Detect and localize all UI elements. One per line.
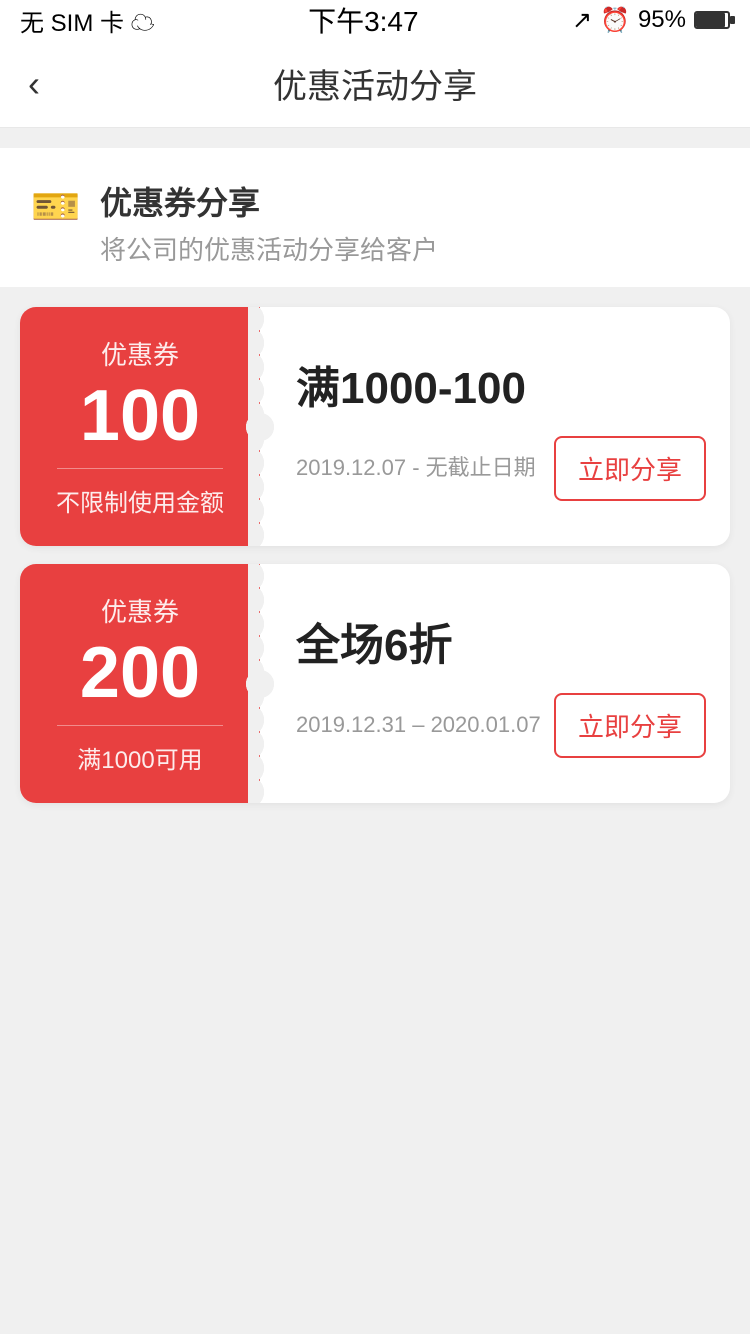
coupon-left-2: 优惠券 200 满1000可用 (20, 564, 260, 803)
share-button-1[interactable]: 立即分享 (554, 436, 706, 501)
page-title: 优惠活动分享 (273, 59, 477, 108)
coupon-share-icon: 🎫 (30, 180, 82, 232)
coupon-divider-2 (57, 725, 223, 726)
alarm-icon: ⏰ (600, 6, 630, 35)
empty-area (0, 823, 750, 1323)
nav-bar: ‹ 优惠活动分享 (0, 40, 750, 128)
coupon-condition-1: 不限制使用金额 (56, 483, 224, 518)
battery-icon (694, 11, 730, 29)
status-bar: 无 SIM 卡 ☁ 下午3:47 ↗ ⏰ 95% (0, 0, 750, 40)
coupon-left-1: 优惠券 100 不限制使用金额 (20, 307, 260, 546)
coupon-date-2: 2019.12.31 – 2020.01.07 (296, 710, 544, 741)
coupon-right-2: 全场6折 2019.12.31 – 2020.01.07 立即分享 (260, 564, 730, 803)
coupon-card-2: 优惠券 200 满1000可用 全场6折 2019.12.31 – 2020.0… (20, 564, 730, 803)
back-button[interactable]: ‹ (28, 63, 40, 105)
coupon-notch-2 (246, 670, 274, 698)
coupon-amount-2: 200 (80, 637, 200, 709)
coupon-label-2: 优惠券 (101, 592, 179, 629)
section-subtitle: 将公司的优惠活动分享给客户 (100, 230, 438, 267)
status-left: 无 SIM 卡 ☁ (20, 3, 155, 38)
coupon-notch (246, 413, 274, 441)
section-title: 优惠券分享 (100, 178, 438, 224)
coupon-name-2: 全场6折 (296, 609, 706, 673)
coupon-meta-1: 2019.12.07 - 无截止日期 立即分享 (296, 436, 706, 501)
coupon-date-1: 2019.12.07 - 无截止日期 (296, 453, 544, 484)
coupon-amount-1: 100 (80, 380, 200, 452)
coupon-name-1: 满1000-100 (296, 352, 706, 416)
coupon-condition-2: 满1000可用 (77, 740, 202, 775)
section-text: 优惠券分享 将公司的优惠活动分享给客户 (100, 178, 438, 267)
status-right: ↗ ⏰ 95% (572, 6, 730, 35)
coupon-label-1: 优惠券 (101, 335, 179, 372)
sim-status: 无 SIM 卡 ☁ (20, 3, 155, 38)
battery-level: 95% (638, 6, 686, 34)
section-header: 🎫 优惠券分享 将公司的优惠活动分享给客户 (0, 148, 750, 287)
share-button-2[interactable]: 立即分享 (554, 693, 706, 758)
coupon-meta-2: 2019.12.31 – 2020.01.07 立即分享 (296, 693, 706, 758)
status-time: 下午3:47 (308, 0, 419, 40)
coupon-card: 优惠券 100 不限制使用金额 满1000-100 2019.12.07 - 无… (20, 307, 730, 546)
coupon-divider-1 (57, 468, 223, 469)
coupon-right-1: 满1000-100 2019.12.07 - 无截止日期 立即分享 (260, 307, 730, 546)
coupon-list: 优惠券 100 不限制使用金额 满1000-100 2019.12.07 - 无… (0, 287, 750, 823)
location-icon: ↗ (572, 6, 592, 35)
